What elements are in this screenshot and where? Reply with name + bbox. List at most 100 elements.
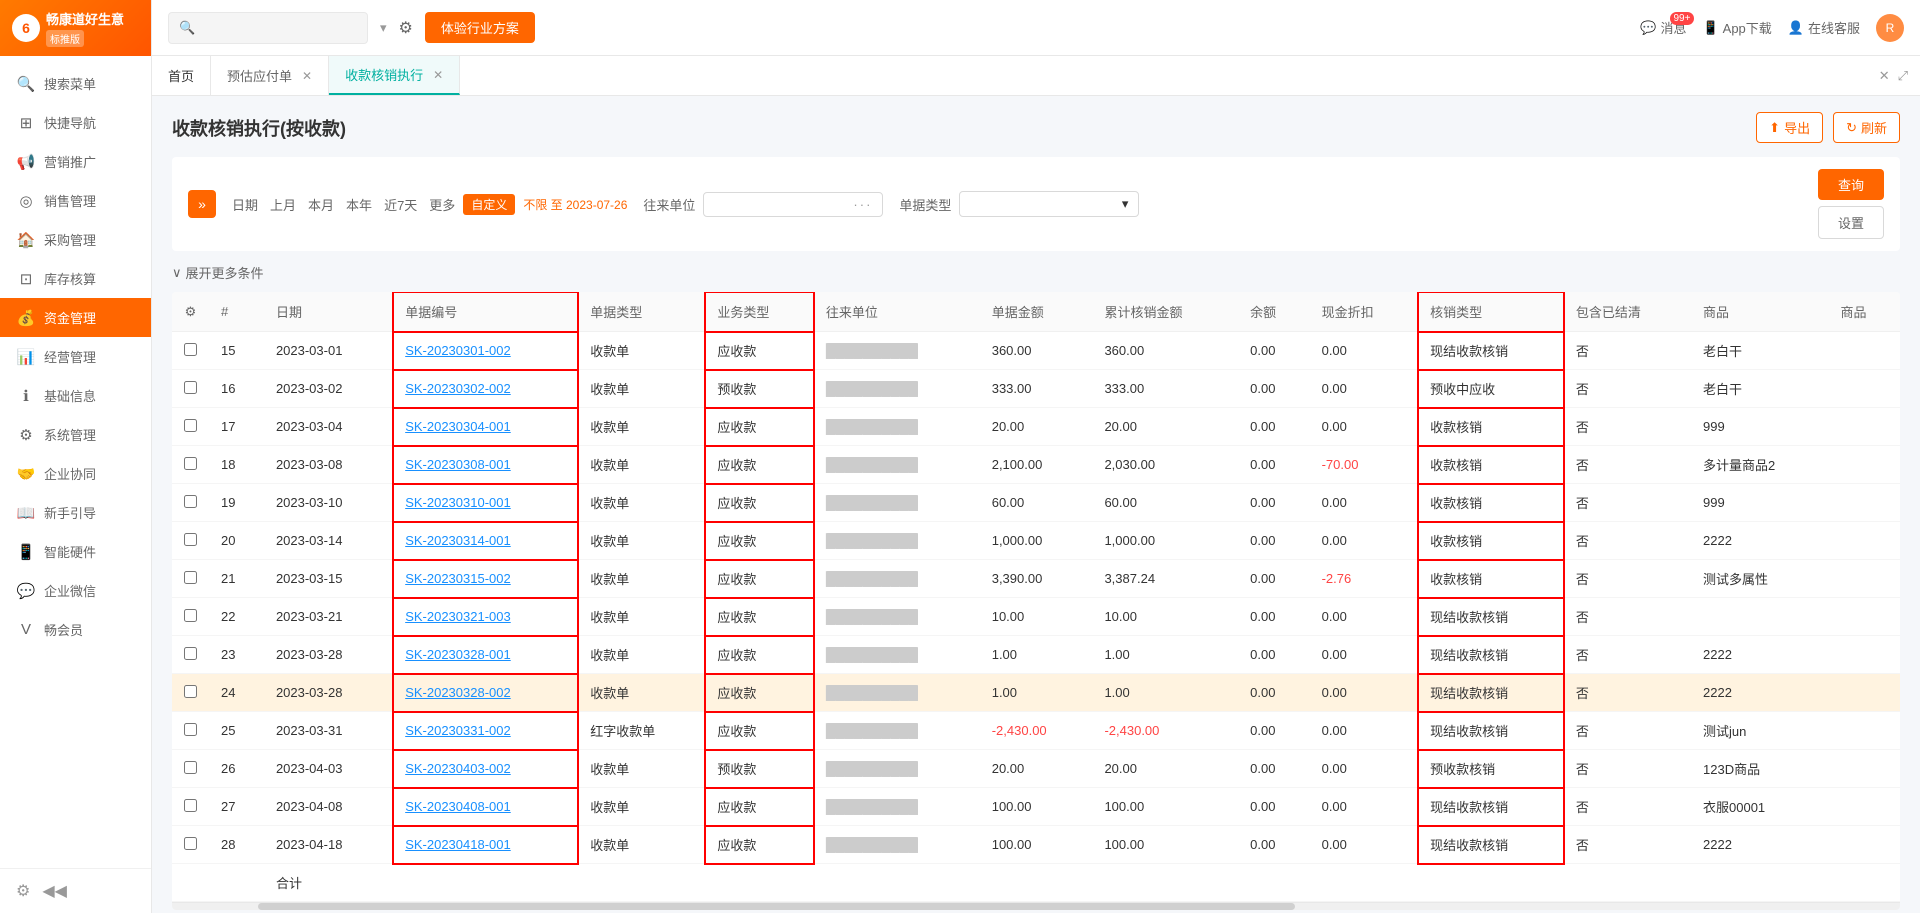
- sidebar-item-operation[interactable]: 📊经营管理: [0, 337, 151, 376]
- voucher-no-link[interactable]: SK-20230304-001: [405, 419, 511, 434]
- table-scroll-area[interactable]: ⚙ # 日期 单据编号 单据类型 业务类型 往来单位 单据金额 累计核销金额 余…: [172, 292, 1900, 902]
- col-header-total-cancel: 累计核销金额: [1092, 292, 1238, 332]
- table-row[interactable]: 18 2023-03-08 SK-20230308-001 收款单 应收款 ██…: [172, 446, 1900, 484]
- sidebar-item-basic-info[interactable]: ℹ基础信息: [0, 376, 151, 415]
- sidebar-collapse-icon[interactable]: ◀◀: [42, 881, 67, 901]
- table-row[interactable]: 26 2023-04-03 SK-20230403-002 收款单 预收款 ██…: [172, 750, 1900, 788]
- sidebar-item-wechat[interactable]: 💬企业微信: [0, 571, 151, 610]
- sidebar-item-quick-nav[interactable]: ⊞快捷导航: [0, 103, 151, 142]
- date-7days-btn[interactable]: 近7天: [380, 193, 421, 216]
- voucher-no-link[interactable]: SK-20230301-002: [405, 343, 511, 358]
- message-button[interactable]: 💬 消息 99+: [1640, 18, 1686, 37]
- table-row[interactable]: 20 2023-03-14 SK-20230314-001 收款单 应收款 ██…: [172, 522, 1900, 560]
- col-header-amount: 单据金额: [980, 292, 1093, 332]
- online-service-button[interactable]: 👤 在线客服: [1788, 18, 1860, 37]
- filter-toggle-button[interactable]: »: [188, 190, 216, 218]
- topbar-gear-icon[interactable]: ⚙: [399, 18, 413, 38]
- tab-close-all-icon[interactable]: ✕: [1879, 68, 1890, 84]
- row-checkbox[interactable]: [184, 647, 197, 660]
- tab-collection[interactable]: 收款核销执行 ✕: [329, 56, 460, 95]
- row-checkbox[interactable]: [184, 571, 197, 584]
- date-this-month-btn[interactable]: 本月: [304, 193, 338, 216]
- col-header-goods: 商品: [1691, 292, 1828, 332]
- sidebar-settings-icon[interactable]: ⚙: [16, 881, 30, 901]
- row-checkbox[interactable]: [184, 799, 197, 812]
- voucher-no-link[interactable]: SK-20230302-002: [405, 381, 511, 396]
- tab-prepay-close[interactable]: ✕: [302, 69, 312, 83]
- date-this-year-btn[interactable]: 本年: [342, 193, 376, 216]
- row-checkbox[interactable]: [184, 343, 197, 356]
- voucher-type-select[interactable]: ▾: [959, 191, 1139, 217]
- tab-collection-close[interactable]: ✕: [433, 68, 443, 82]
- table-scrollbar[interactable]: [172, 902, 1900, 910]
- topbar-dropdown-arrow[interactable]: ▾: [380, 20, 387, 36]
- sidebar-item-sales[interactable]: ◎销售管理: [0, 181, 151, 220]
- setting-button[interactable]: 设置: [1818, 206, 1884, 239]
- row-checkbox[interactable]: [184, 761, 197, 774]
- app-download-button[interactable]: 📱 App下载: [1702, 18, 1771, 37]
- voucher-no-link[interactable]: SK-20230408-001: [405, 799, 511, 814]
- table-row[interactable]: 16 2023-03-02 SK-20230302-002 收款单 预收款 ██…: [172, 370, 1900, 408]
- col-header-voucher-no: 单据编号: [393, 292, 578, 332]
- tab-expand-icon[interactable]: ⤢: [1898, 68, 1908, 84]
- user-avatar[interactable]: R: [1876, 14, 1904, 42]
- voucher-no-link[interactable]: SK-20230310-001: [405, 495, 511, 510]
- voucher-no-link[interactable]: SK-20230331-002: [405, 723, 511, 738]
- table-row[interactable]: 21 2023-03-15 SK-20230315-002 收款单 应收款 ██…: [172, 560, 1900, 598]
- voucher-no-link[interactable]: SK-20230328-001: [405, 647, 511, 662]
- table-row[interactable]: 24 2023-03-28 SK-20230328-002 收款单 应收款 ██…: [172, 674, 1900, 712]
- voucher-no-link[interactable]: SK-20230418-001: [405, 837, 511, 852]
- filter-panel: » 日期 上月 本月 本年 近7天 更多 自定义 不限 至 2023-07-26…: [172, 157, 1900, 251]
- date-custom-btn[interactable]: 自定义: [463, 194, 515, 215]
- sidebar-item-vip[interactable]: V畅会员: [0, 610, 151, 649]
- sidebar-item-enterprise[interactable]: 🤝企业协同: [0, 454, 151, 493]
- sidebar-label-enterprise: 企业协同: [44, 464, 96, 483]
- col-header-settings[interactable]: ⚙: [172, 292, 209, 332]
- sidebar-item-purchase[interactable]: 🏠采购管理: [0, 220, 151, 259]
- partner-input[interactable]: ···: [703, 192, 883, 217]
- voucher-no-link[interactable]: SK-20230314-001: [405, 533, 511, 548]
- voucher-no-link[interactable]: SK-20230403-002: [405, 761, 511, 776]
- table-row[interactable]: 15 2023-03-01 SK-20230301-002 收款单 应收款 ██…: [172, 332, 1900, 370]
- row-checkbox[interactable]: [184, 837, 197, 850]
- row-checkbox[interactable]: [184, 533, 197, 546]
- row-checkbox[interactable]: [184, 723, 197, 736]
- export-button[interactable]: ⬆ 导出: [1756, 112, 1823, 143]
- voucher-no-link[interactable]: SK-20230315-002: [405, 571, 511, 586]
- sidebar-item-hardware[interactable]: 📱智能硬件: [0, 532, 151, 571]
- row-checkbox[interactable]: [184, 381, 197, 394]
- row-checkbox[interactable]: [184, 419, 197, 432]
- sidebar-item-guide[interactable]: 📖新手引导: [0, 493, 151, 532]
- date-last-month-btn[interactable]: 上月: [266, 193, 300, 216]
- table-row[interactable]: 19 2023-03-10 SK-20230310-001 收款单 应收款 ██…: [172, 484, 1900, 522]
- table-row[interactable]: 17 2023-03-04 SK-20230304-001 收款单 应收款 ██…: [172, 408, 1900, 446]
- tab-prepay[interactable]: 预估应付单 ✕: [211, 56, 329, 95]
- solution-button[interactable]: 体验行业方案: [425, 12, 535, 43]
- table-row[interactable]: 27 2023-04-08 SK-20230408-001 收款单 应收款 ██…: [172, 788, 1900, 826]
- table-row[interactable]: 22 2023-03-21 SK-20230321-003 收款单 应收款 ██…: [172, 598, 1900, 636]
- guide-icon: 📖: [16, 504, 36, 522]
- row-checkbox[interactable]: [184, 685, 197, 698]
- expand-conditions-btn[interactable]: ∨ 展开更多条件: [172, 263, 1900, 282]
- quick-nav-icon: ⊞: [16, 114, 36, 132]
- refresh-button[interactable]: ↻ 刷新: [1833, 112, 1900, 143]
- sidebar-item-system[interactable]: ⚙系统管理: [0, 415, 151, 454]
- row-checkbox[interactable]: [184, 495, 197, 508]
- voucher-no-link[interactable]: SK-20230328-002: [405, 685, 511, 700]
- sidebar-item-inventory[interactable]: ⊡库存核算: [0, 259, 151, 298]
- tab-home[interactable]: 首页: [152, 56, 211, 95]
- table-row[interactable]: 23 2023-03-28 SK-20230328-001 收款单 应收款 ██…: [172, 636, 1900, 674]
- sidebar-item-marketing[interactable]: 📢营销推广: [0, 142, 151, 181]
- sidebar-item-finance[interactable]: 💰资金管理: [0, 298, 151, 337]
- sidebar-item-search[interactable]: 🔍搜索菜单: [0, 64, 151, 103]
- voucher-no-link[interactable]: SK-20230308-001: [405, 457, 511, 472]
- query-button[interactable]: 查询: [1818, 169, 1884, 200]
- date-more-btn[interactable]: 更多: [425, 193, 459, 216]
- topbar-search-box[interactable]: 🔍: [168, 12, 368, 44]
- row-checkbox[interactable]: [184, 609, 197, 622]
- table-row[interactable]: 25 2023-03-31 SK-20230331-002 红字收款单 应收款 …: [172, 712, 1900, 750]
- voucher-no-link[interactable]: SK-20230321-003: [405, 609, 511, 624]
- row-checkbox[interactable]: [184, 457, 197, 470]
- search-icon: 🔍: [179, 20, 195, 36]
- table-row[interactable]: 28 2023-04-18 SK-20230418-001 收款单 应收款 ██…: [172, 826, 1900, 864]
